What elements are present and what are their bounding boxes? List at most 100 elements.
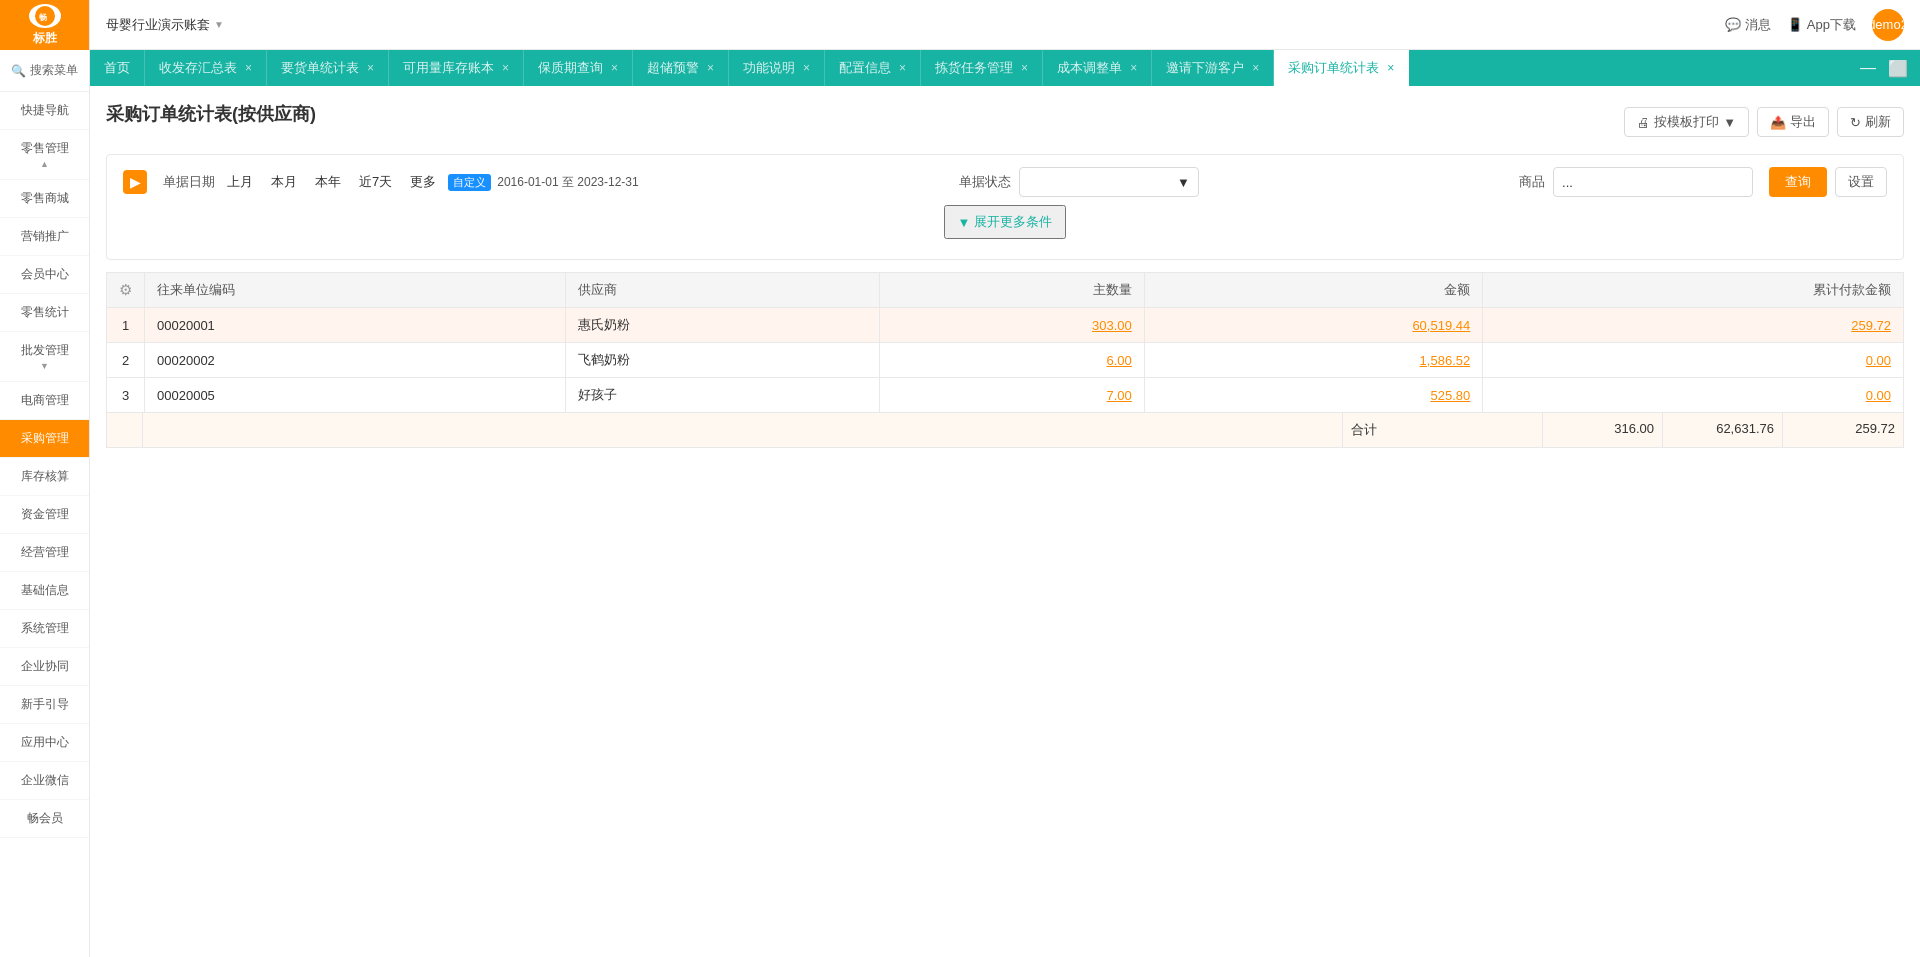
sidebar-item-vip[interactable]: 畅会员: [0, 800, 89, 838]
sidebar-item-ecommerce[interactable]: 电商管理: [0, 382, 89, 420]
tab-close-icon[interactable]: ×: [1252, 61, 1259, 75]
tab-maximize-button[interactable]: ⬜: [1884, 55, 1912, 82]
sidebar-item-basic[interactable]: 基础信息: [0, 572, 89, 610]
top-bar-left: 母婴行业演示账套 ▼: [106, 16, 224, 34]
tab-cost-adjust[interactable]: 成本调整单 ×: [1043, 50, 1152, 86]
user-avatar[interactable]: demo2: [1872, 9, 1904, 41]
goods-filter-container: 商品 ...: [1519, 167, 1753, 197]
sidebar-item-wholesale[interactable]: 批发管理 ▼: [0, 332, 89, 382]
expand-more-button[interactable]: ▼ 展开更多条件: [944, 205, 1067, 239]
gear-icon[interactable]: ⚙: [119, 281, 132, 298]
refresh-button[interactable]: ↻ 刷新: [1837, 107, 1904, 137]
sidebar-item-operations[interactable]: 经营管理: [0, 534, 89, 572]
tab-close-icon[interactable]: ×: [1130, 61, 1137, 75]
tab-close-icon[interactable]: ×: [707, 61, 714, 75]
col-paid: 累计付款金额: [1483, 273, 1904, 308]
goods-input[interactable]: ...: [1553, 167, 1753, 197]
app-download-button[interactable]: 📱 App下载: [1787, 16, 1856, 34]
table-row[interactable]: 1 00020001 惠氏奶粉 303.00 60,519.44 259.72: [107, 308, 1904, 343]
status-select[interactable]: ▼: [1019, 167, 1199, 197]
page-title: 采购订单统计表(按供应商): [106, 102, 316, 126]
chevron-down-icon: ▼: [1723, 115, 1736, 130]
search-button[interactable]: 查询: [1769, 167, 1827, 197]
date-range-display: 2016-01-01 至 2023-12-31: [497, 174, 638, 191]
sidebar-item-retail-mall[interactable]: 零售商城: [0, 180, 89, 218]
tab-minimize-button[interactable]: —: [1856, 55, 1880, 81]
sidebar-item-retail-stats[interactable]: 零售统计: [0, 294, 89, 332]
row-supplier: 惠氏奶粉: [565, 308, 880, 343]
tab-purchase-stats[interactable]: 采购订单统计表 ×: [1274, 50, 1409, 86]
tab-usable-stock[interactable]: 可用量库存账本 ×: [389, 50, 524, 86]
workspace-selector[interactable]: 母婴行业演示账套 ▼: [106, 16, 224, 34]
table-container: ⚙ 往来单位编码 供应商 主数量 金额 累计付款金额 1 00020001 惠氏…: [106, 272, 1904, 448]
footer-label: 合计: [1343, 413, 1543, 447]
tab-function-desc[interactable]: 功能说明 ×: [729, 50, 825, 86]
sidebar-item-member[interactable]: 会员中心: [0, 256, 89, 294]
tab-overstock[interactable]: 超储预警 ×: [633, 50, 729, 86]
sidebar-item-inventory[interactable]: 库存核算: [0, 458, 89, 496]
row-paid: 0.00: [1483, 378, 1904, 413]
col-settings[interactable]: ⚙: [107, 273, 145, 308]
tab-pick-task[interactable]: 拣货任务管理 ×: [921, 50, 1043, 86]
status-label: 单据状态: [959, 173, 1011, 191]
sidebar-item-marketing[interactable]: 营销推广: [0, 218, 89, 256]
sidebar-item-enterprise[interactable]: 企业协同: [0, 648, 89, 686]
sidebar-item-app-center[interactable]: 应用中心: [0, 724, 89, 762]
tab-collect-dispatch[interactable]: 收发存汇总表 ×: [145, 50, 267, 86]
tab-close-icon[interactable]: ×: [803, 61, 810, 75]
shortcut-this-year[interactable]: 本年: [309, 171, 347, 193]
sidebar-item-newbie[interactable]: 新手引导: [0, 686, 89, 724]
chevron-down-icon: ▼: [958, 215, 971, 230]
tab-close-icon[interactable]: ×: [245, 61, 252, 75]
row-code: 00020005: [145, 378, 566, 413]
tab-close-icon[interactable]: ×: [1021, 61, 1028, 75]
footer-amount: 62,631.76: [1663, 413, 1783, 447]
sidebar-item-retail[interactable]: 零售管理 ▲: [0, 130, 89, 180]
shortcut-this-month[interactable]: 本月: [265, 171, 303, 193]
tab-order-stats[interactable]: 要货单统计表 ×: [267, 50, 389, 86]
table-row[interactable]: 3 00020005 好孩子 7.00 525.80 0.00: [107, 378, 1904, 413]
sidebar: 畅 标胜 🔍 搜索菜单 快捷导航 零售管理 ▲ 零售商城 营销推广 会员中心 零…: [0, 0, 90, 957]
col-supplier-code: 往来单位编码: [145, 273, 566, 308]
sidebar-item-purchase[interactable]: 采购管理: [0, 420, 89, 458]
tab-invite-downstream[interactable]: 邀请下游客户 ×: [1152, 50, 1274, 86]
shortcut-more[interactable]: 更多: [404, 171, 442, 193]
shortcut-last7[interactable]: 近7天: [353, 171, 398, 193]
sidebar-item-finance[interactable]: 资金管理: [0, 496, 89, 534]
tab-close-icon[interactable]: ×: [367, 61, 374, 75]
filter-date-area: 单据日期 上月 本月 本年 近7天 更多 自定义 2016-01-01 至 20…: [163, 171, 639, 193]
tab-close-icon[interactable]: ×: [1387, 61, 1394, 75]
sidebar-search-area: 🔍 搜索菜单: [0, 50, 89, 92]
row-code: 00020001: [145, 308, 566, 343]
date-to: 2023-12-31: [577, 175, 638, 189]
export-button[interactable]: 📤 导出: [1757, 107, 1829, 137]
filter-main-row: ▶ 单据日期 上月 本月 本年 近7天 更多 自定义 2016-01-01 至: [123, 167, 1887, 197]
sidebar-item-enterprise-wechat[interactable]: 企业微信: [0, 762, 89, 800]
settings-button[interactable]: 设置: [1835, 167, 1887, 197]
row-qty: 7.00: [880, 378, 1145, 413]
footer-paid: 259.72: [1783, 413, 1903, 447]
messages-button[interactable]: 💬 消息: [1725, 16, 1771, 34]
tab-close-icon[interactable]: ×: [502, 61, 509, 75]
tab-home[interactable]: 首页: [90, 50, 145, 86]
shortcut-last-month[interactable]: 上月: [221, 171, 259, 193]
print-icon: 🖨: [1637, 115, 1650, 130]
tab-config-info[interactable]: 配置信息 ×: [825, 50, 921, 86]
tab-close-icon[interactable]: ×: [899, 61, 906, 75]
tab-expiry-query[interactable]: 保质期查询 ×: [524, 50, 633, 86]
logo-text: 标胜: [33, 30, 57, 47]
table-footer: 合计 316.00 62,631.76 259.72: [106, 413, 1904, 448]
sidebar-item-system[interactable]: 系统管理: [0, 610, 89, 648]
table-header: ⚙ 往来单位编码 供应商 主数量 金额 累计付款金额: [107, 273, 1904, 308]
sidebar-item-quick-nav[interactable]: 快捷导航: [0, 92, 89, 130]
template-print-button[interactable]: 🖨 按模板打印 ▼: [1624, 107, 1749, 137]
tab-close-icon[interactable]: ×: [611, 61, 618, 75]
search-menu-button[interactable]: 🔍 搜索菜单: [6, 58, 83, 83]
goods-placeholder: ...: [1562, 175, 1573, 190]
filter-toggle-button[interactable]: ▶: [123, 170, 147, 194]
page-header: 采购订单统计表(按供应商) 🖨 按模板打印 ▼ 📤 导出 ↻ 刷新: [106, 102, 1904, 142]
refresh-icon: ↻: [1850, 115, 1861, 130]
goods-label: 商品: [1519, 173, 1545, 191]
page-content: 采购订单统计表(按供应商) 🖨 按模板打印 ▼ 📤 导出 ↻ 刷新: [90, 86, 1920, 957]
table-row[interactable]: 2 00020002 飞鹤奶粉 6.00 1,586.52 0.00: [107, 343, 1904, 378]
